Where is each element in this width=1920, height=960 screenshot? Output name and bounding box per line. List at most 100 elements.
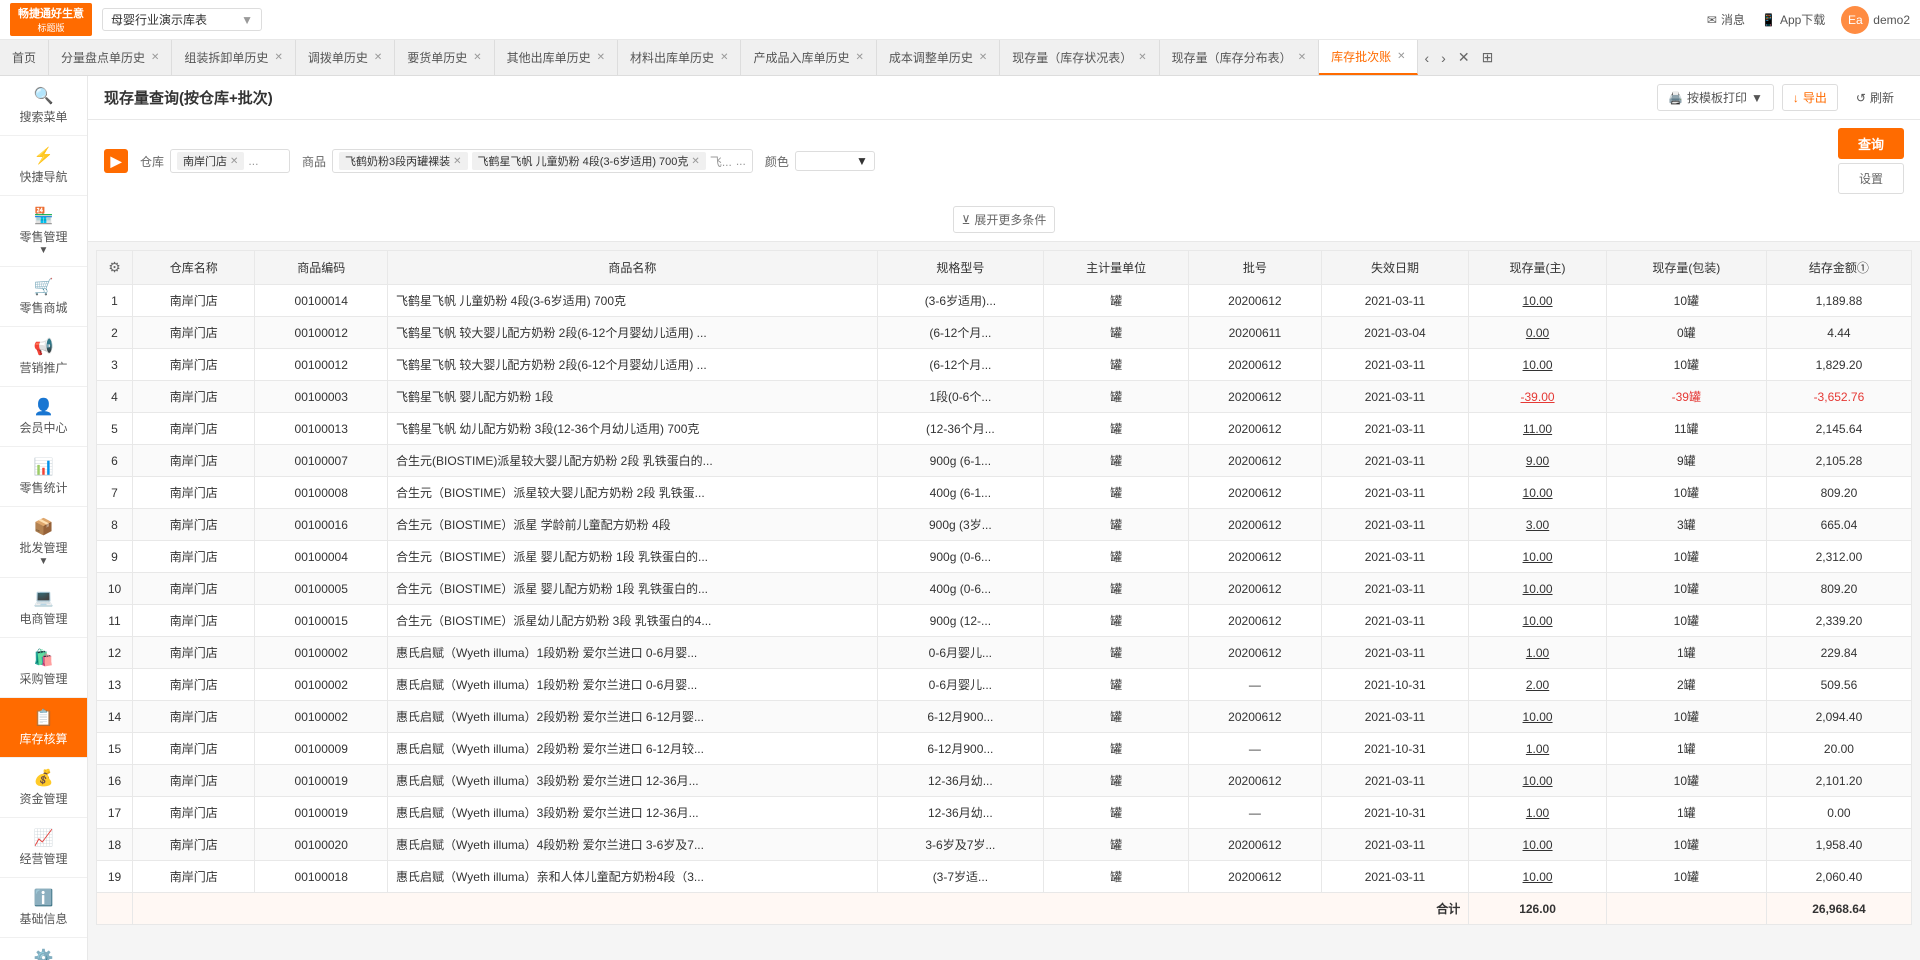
cell-qty-main[interactable]: 10.00 — [1469, 605, 1606, 637]
cell-qty-main[interactable]: 0.00 — [1469, 317, 1606, 349]
cell-name: 合生元（BIOSTIME）派星幼儿配方奶粉 3段 乳铁蛋白的4... — [388, 605, 878, 637]
workspace-dropdown[interactable]: 母婴行业演示库表 ▼ — [102, 8, 262, 31]
table-container: ⚙ 仓库名称 商品编码 商品名称 规格型号 主计量单位 批号 失效日期 现存量(… — [88, 242, 1920, 960]
sidebar-item-retail[interactable]: 🏪 零售管理 ▼ — [0, 196, 87, 267]
filter-expand-btn[interactable]: ▶ — [104, 149, 128, 173]
tab-1[interactable]: 分量盘点单历史 ✕ — [49, 40, 172, 75]
sidebar-item-nav[interactable]: ⚡ 快捷导航 — [0, 136, 87, 196]
cell-unit: 罐 — [1044, 669, 1189, 701]
cell-expire: 2021-03-11 — [1321, 541, 1469, 573]
sidebar-item-ecommerce[interactable]: 💻 电商管理 — [0, 578, 87, 638]
tab-5[interactable]: 其他出库单历史 ✕ — [495, 40, 618, 75]
tab-9[interactable]: 现存量（库存状况表） ✕ — [1000, 40, 1159, 75]
refresh-btn[interactable]: ↺ 刷新 — [1846, 85, 1904, 110]
sidebar-item-basic[interactable]: ℹ️ 基础信息 — [0, 878, 87, 938]
cell-qty-main[interactable]: 1.00 — [1469, 637, 1606, 669]
sidebar-item-system[interactable]: ⚙️ 系统管理 — [0, 938, 87, 960]
sidebar-item-search[interactable]: 🔍 搜索菜单 — [0, 76, 87, 136]
sidebar-item-members[interactable]: 👤 会员中心 — [0, 387, 87, 447]
tab-11-close[interactable]: ✕ — [1397, 51, 1405, 62]
cell-expire: 2021-03-11 — [1321, 349, 1469, 381]
goods-tag-2-close[interactable]: ✕ — [691, 156, 699, 167]
goods-tags-container[interactable]: 飞鹤奶粉3段丙罐裸装 ✕ 飞鹤星飞帆 儿童奶粉 4段(3-6岁适用) 700克 … — [332, 149, 753, 173]
tab-9-close[interactable]: ✕ — [1138, 52, 1146, 63]
cell-qty-main[interactable]: 10.00 — [1469, 701, 1606, 733]
warehouse-tags-container[interactable]: 南岸门店 ✕ ... — [170, 149, 290, 173]
tab-next-btn[interactable]: › — [1435, 40, 1452, 75]
print-btn[interactable]: 🖨️ 按模板打印 ▼ — [1657, 84, 1774, 111]
sidebar-item-mall[interactable]: 🛒 零售商城 — [0, 267, 87, 327]
tab-3-close[interactable]: ✕ — [374, 52, 382, 63]
user-info[interactable]: Ea demo2 — [1841, 6, 1910, 34]
col-settings-icon[interactable]: ⚙ — [108, 259, 121, 275]
tab-11-active[interactable]: 库存批次账 ✕ — [1319, 40, 1418, 75]
cell-qty-main[interactable]: 10.00 — [1469, 541, 1606, 573]
tab-4[interactable]: 要货单历史 ✕ — [395, 40, 494, 75]
sidebar-item-stats[interactable]: 📊 零售统计 — [0, 447, 87, 507]
cell-qty-pkg: 11罐 — [1606, 413, 1766, 445]
tab-2-close[interactable]: ✕ — [274, 52, 282, 63]
tab-8-close[interactable]: ✕ — [979, 52, 987, 63]
color-select[interactable]: ▼ — [795, 151, 875, 171]
cell-qty-main[interactable]: -39.00 — [1469, 381, 1606, 413]
cell-qty-main[interactable]: 10.00 — [1469, 573, 1606, 605]
cell-qty-main[interactable]: 1.00 — [1469, 733, 1606, 765]
cell-qty-main[interactable]: 9.00 — [1469, 445, 1606, 477]
cell-qty-main[interactable]: 10.00 — [1469, 477, 1606, 509]
cell-name: 惠氏启赋（Wyeth illuma）4段奶粉 爱尔兰进口 3-6岁及7... — [388, 829, 878, 861]
cell-name: 飞鹤星飞帆 较大婴儿配方奶粉 2段(6-12个月婴幼儿适用) ... — [388, 317, 878, 349]
cell-code: 00100015 — [255, 605, 388, 637]
cell-code: 00100012 — [255, 349, 388, 381]
sidebar-item-inventory[interactable]: 📋 库存核算 — [0, 698, 87, 758]
cell-qty-main[interactable]: 10.00 — [1469, 349, 1606, 381]
tab-7-close[interactable]: ✕ — [855, 52, 863, 63]
export-btn[interactable]: ↓ 导出 — [1782, 84, 1838, 111]
tab-2[interactable]: 组装拆卸单历史 ✕ — [172, 40, 295, 75]
tab-4-close[interactable]: ✕ — [473, 52, 481, 63]
cell-qty-main[interactable]: 10.00 — [1469, 829, 1606, 861]
cell-amount: -3,652.76 — [1766, 381, 1911, 413]
sidebar-item-finance[interactable]: 💰 资金管理 — [0, 758, 87, 818]
cell-unit: 罐 — [1044, 573, 1189, 605]
goods-tag-1-close[interactable]: ✕ — [453, 156, 461, 167]
tab-7[interactable]: 产成品入库单历史 ✕ — [741, 40, 876, 75]
tab-6-close[interactable]: ✕ — [720, 52, 728, 63]
tab-menu-btn[interactable]: ⊞ — [1476, 40, 1500, 75]
sidebar-item-wholesale[interactable]: 📦 批发管理 ▼ — [0, 507, 87, 578]
tab-6[interactable]: 材料出库单历史 ✕ — [618, 40, 741, 75]
app-download-btn[interactable]: 📱 App下载 — [1761, 11, 1825, 28]
tab-5-close[interactable]: ✕ — [597, 52, 605, 63]
tab-8[interactable]: 成本调整单历史 ✕ — [877, 40, 1000, 75]
cell-amount: 20.00 — [1766, 733, 1911, 765]
tab-prev-btn[interactable]: ‹ — [1418, 40, 1435, 75]
cell-qty-main[interactable]: 10.00 — [1469, 861, 1606, 893]
warehouse-tag-1-close[interactable]: ✕ — [230, 156, 238, 167]
sidebar-item-management[interactable]: 📈 经营管理 — [0, 818, 87, 878]
tab-3[interactable]: 调拨单历史 ✕ — [296, 40, 395, 75]
tab-close-all-btn[interactable]: ✕ — [1452, 40, 1476, 75]
sidebar-item-purchase[interactable]: 🛍️ 采购管理 — [0, 638, 87, 698]
sidebar-item-marketing[interactable]: 📢 营销推广 — [0, 327, 87, 387]
cell-qty-main[interactable]: 10.00 — [1469, 765, 1606, 797]
cell-spec: 0-6月婴儿... — [877, 637, 1043, 669]
cell-qty-main[interactable]: 3.00 — [1469, 509, 1606, 541]
cell-amount: 809.20 — [1766, 477, 1911, 509]
tab-1-close[interactable]: ✕ — [151, 52, 159, 63]
table-row: 18 南岸门店 00100020 惠氏启赋（Wyeth illuma）4段奶粉 … — [97, 829, 1912, 861]
cell-qty-main[interactable]: 11.00 — [1469, 413, 1606, 445]
cell-warehouse: 南岸门店 — [133, 733, 255, 765]
cell-qty-main[interactable]: 1.00 — [1469, 797, 1606, 829]
messages-btn[interactable]: ✉ 消息 — [1707, 11, 1745, 28]
tab-10-close[interactable]: ✕ — [1298, 52, 1306, 63]
tab-home[interactable]: 首页 — [0, 40, 49, 75]
cell-spec: 400g (6-1... — [877, 477, 1043, 509]
query-button[interactable]: 查询 — [1838, 128, 1904, 159]
purchase-icon: 🛍️ — [4, 648, 83, 668]
cell-qty-main[interactable]: 10.00 — [1469, 285, 1606, 317]
expand-more-conditions-btn[interactable]: ⊻ 展开更多条件 — [953, 206, 1056, 233]
cell-code: 00100013 — [255, 413, 388, 445]
settings-button[interactable]: 设置 — [1838, 163, 1904, 194]
cell-qty-main[interactable]: 2.00 — [1469, 669, 1606, 701]
export-icon: ↓ — [1793, 91, 1799, 105]
tab-10[interactable]: 现存量（库存分布表） ✕ — [1160, 40, 1319, 75]
